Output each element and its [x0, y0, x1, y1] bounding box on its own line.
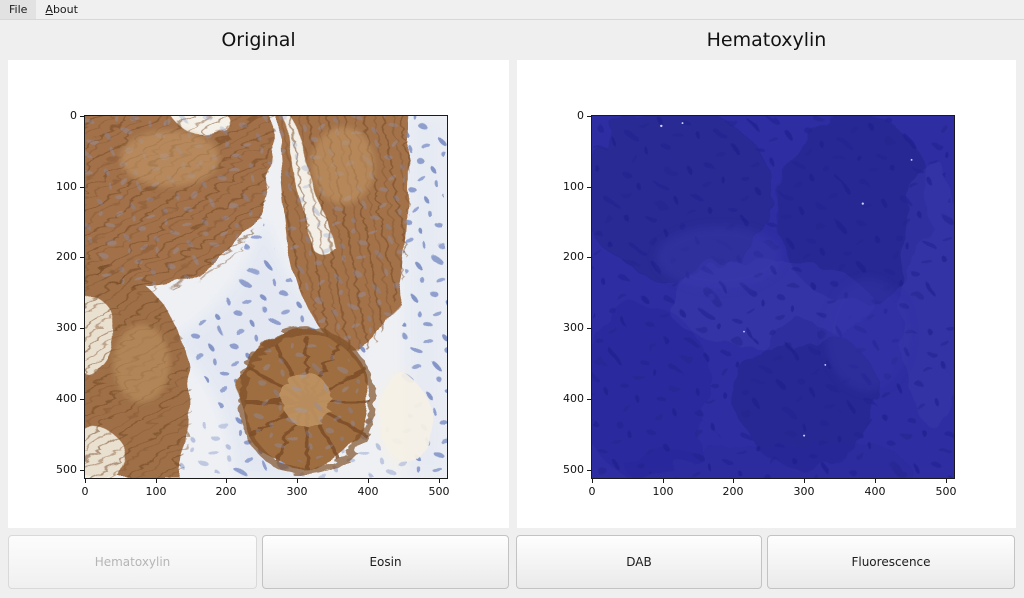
y-tick-mark	[587, 187, 591, 188]
original-image	[85, 116, 447, 478]
menu-file-label: File	[9, 3, 28, 16]
x-tick-mark	[875, 479, 876, 483]
y-tick-mark	[587, 399, 591, 400]
menu-file[interactable]: File	[0, 0, 37, 19]
eosin-button[interactable]: Eosin	[262, 535, 509, 589]
x-tick-label: 200	[722, 485, 744, 498]
y-tick-mark	[80, 187, 84, 188]
y-tick-label: 200	[563, 250, 584, 263]
y-tick-label: 100	[563, 180, 584, 193]
x-tick-mark	[946, 479, 947, 483]
y-tick-mark	[80, 470, 84, 471]
dab-button[interactable]: DAB	[516, 535, 762, 589]
panel-hematoxylin: 0 0 100 100 200 200 300 300 400 400 500 500	[517, 60, 1016, 528]
menu-about-label: bout	[52, 3, 78, 16]
x-tick-mark	[297, 479, 298, 483]
hematoxylin-button[interactable]: Hematoxylin	[8, 535, 257, 589]
hematoxylin-plot	[591, 115, 955, 479]
menu-about[interactable]: About	[36, 0, 87, 19]
menu-about-accel: A	[45, 3, 53, 16]
x-tick-mark	[85, 479, 86, 483]
y-tick-mark	[80, 116, 84, 117]
x-tick-label: 0	[588, 485, 596, 498]
y-tick-mark	[80, 257, 84, 258]
y-tick-mark	[80, 328, 84, 329]
original-plot	[84, 115, 448, 479]
x-tick-mark	[439, 479, 440, 483]
x-tick-label: 400	[864, 485, 886, 498]
x-tick-label: 400	[357, 485, 379, 498]
y-tick-label: 300	[56, 321, 77, 334]
panel-title-hematoxylin: Hematoxylin	[706, 29, 827, 51]
x-tick-label: 500	[935, 485, 957, 498]
fluorescence-button[interactable]: Fluorescence	[767, 535, 1015, 589]
x-tick-label: 200	[215, 485, 237, 498]
x-tick-label: 300	[793, 485, 815, 498]
x-tick-mark	[156, 479, 157, 483]
y-tick-mark	[587, 257, 591, 258]
y-tick-label: 400	[563, 392, 584, 405]
y-tick-label: 500	[563, 463, 584, 476]
y-tick-mark	[587, 328, 591, 329]
y-tick-label: 0	[577, 109, 584, 122]
y-tick-label: 0	[70, 109, 77, 122]
x-tick-label: 300	[286, 485, 308, 498]
y-tick-mark	[80, 399, 84, 400]
x-tick-mark	[226, 479, 227, 483]
panel-title-original: Original	[221, 29, 296, 51]
x-tick-label: 500	[428, 485, 450, 498]
y-tick-label: 100	[56, 180, 77, 193]
app-window: File About Original Hematoxylin 0 0 100 …	[0, 0, 1024, 598]
x-tick-mark	[804, 479, 805, 483]
y-tick-label: 300	[563, 321, 584, 334]
y-tick-mark	[587, 116, 591, 117]
y-tick-label: 400	[56, 392, 77, 405]
menu-bar: File About	[0, 0, 1024, 20]
x-tick-label: 100	[652, 485, 674, 498]
hematoxylin-image	[592, 116, 954, 478]
x-tick-label: 100	[145, 485, 167, 498]
y-tick-label: 500	[56, 463, 77, 476]
panel-original: 0 0 100 100 200 200 300 300 400 400 500 500	[8, 60, 509, 528]
x-tick-label: 0	[81, 485, 89, 498]
x-tick-mark	[663, 479, 664, 483]
x-tick-mark	[592, 479, 593, 483]
y-tick-mark	[587, 470, 591, 471]
x-tick-mark	[733, 479, 734, 483]
x-tick-mark	[368, 479, 369, 483]
y-tick-label: 200	[56, 250, 77, 263]
